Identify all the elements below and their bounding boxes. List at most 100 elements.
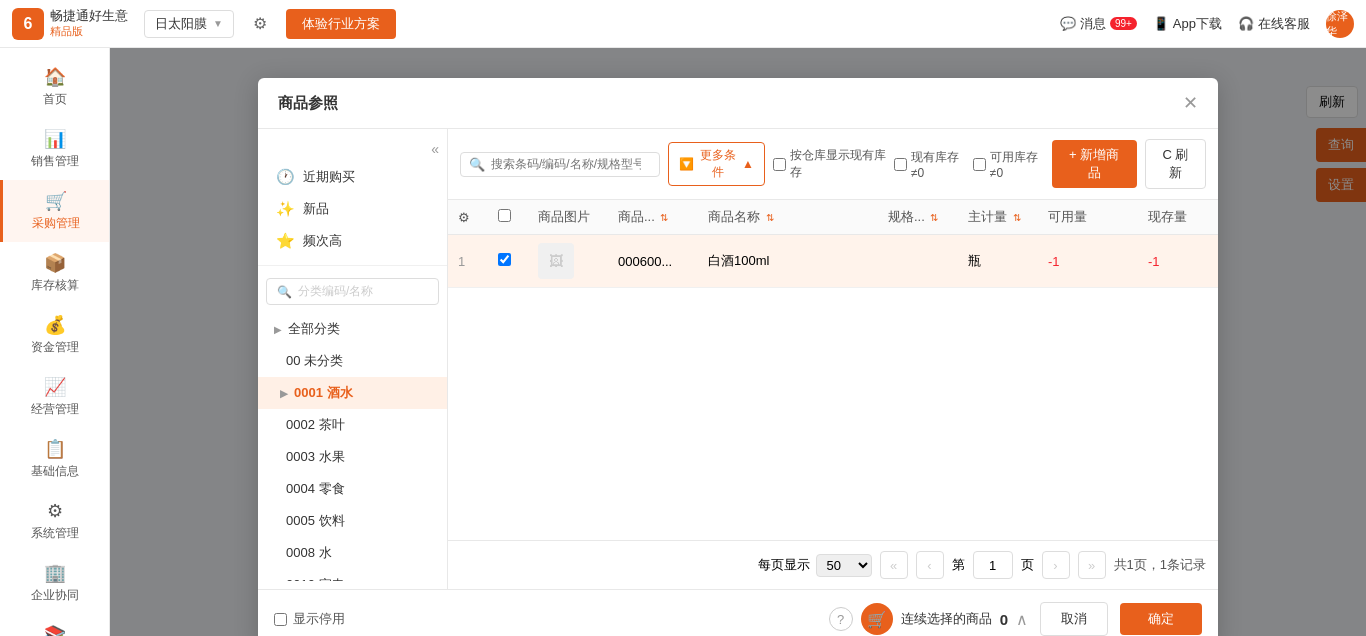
- col-name[interactable]: 商品名称 ⇅: [698, 200, 878, 235]
- sidebar-item-operations[interactable]: 📈 经营管理: [0, 366, 109, 428]
- guide-icon: 📚: [44, 624, 66, 636]
- experience-button[interactable]: 体验行业方案: [286, 9, 396, 39]
- sidebar-item-system[interactable]: ⚙ 系统管理: [0, 490, 109, 552]
- add-product-button[interactable]: + 新增商品: [1052, 140, 1137, 188]
- page-number-input[interactable]: [973, 551, 1013, 579]
- sidebar-item-guide[interactable]: 📚 新手引导: [0, 614, 109, 636]
- checkbox-available-stock[interactable]: 可用库存≠0: [973, 149, 1044, 180]
- cart-button[interactable]: 🛒: [861, 603, 893, 635]
- inventory-icon: 📦: [44, 252, 66, 274]
- logo-area: 6 畅捷通好生意 精品版: [12, 8, 128, 40]
- col-checkbox: [488, 200, 528, 235]
- search-icon: 🔍: [469, 157, 485, 172]
- col-unit[interactable]: 主计量 ⇅: [958, 200, 1038, 235]
- show-disabled-checkbox[interactable]: 显示停用: [274, 610, 345, 628]
- select-all-checkbox[interactable]: [498, 209, 511, 222]
- sidebar-item-basic-info[interactable]: 📋 基础信息: [0, 428, 109, 490]
- cart-text: 连续选择的商品: [901, 610, 992, 628]
- next-page-button[interactable]: ›: [1042, 551, 1070, 579]
- sidebar-item-sales[interactable]: 📊 销售管理: [0, 118, 109, 180]
- modal-body: « 🕐 近期购买 ✨ 新品 ⭐: [258, 129, 1218, 589]
- quick-items: 🕐 近期购买 ✨ 新品 ⭐ 频次高: [258, 161, 447, 257]
- col-spec[interactable]: 规格... ⇅: [878, 200, 958, 235]
- product-table: ⚙ 商品图片 商品... ⇅ 商品名称: [448, 200, 1218, 288]
- product-thumbnail: 🖼: [538, 243, 574, 279]
- gear-icon[interactable]: ⚙: [244, 8, 276, 40]
- product-search-box[interactable]: 🔍: [460, 152, 660, 177]
- cat-item-fruit[interactable]: 0003 水果: [258, 441, 447, 473]
- nonzero-stock-checkbox[interactable]: [894, 158, 907, 171]
- category-search-box[interactable]: 🔍 分类编码/名称: [266, 278, 439, 305]
- expand-icon-alcohol: ▶: [280, 388, 288, 399]
- available-stock-checkbox[interactable]: [973, 158, 986, 171]
- table-row[interactable]: 1 🖼 000600... 白酒100ml: [448, 235, 1218, 288]
- category-tree: ▶ 全部分类 00 未分类 ▶ 0001 酒水 0002 茶: [258, 309, 447, 581]
- checkbox-warehouse-stock[interactable]: 按仓库显示现有库存: [773, 147, 886, 181]
- cat-item-alcohol[interactable]: ▶ 0001 酒水: [258, 377, 447, 409]
- top-nav: 6 畅捷通好生意 精品版 日太阳膜 ▼ ⚙ 体验行业方案 💬 消息 99+ 📱 …: [0, 0, 1366, 48]
- quick-item-frequent[interactable]: ⭐ 频次高: [266, 225, 439, 257]
- nav-selector[interactable]: 日太阳膜 ▼: [144, 10, 234, 38]
- more-filter-button[interactable]: 🔽 更多条件 ▲: [668, 142, 765, 186]
- col-code[interactable]: 商品... ⇅: [608, 200, 698, 235]
- left-panel: « 🕐 近期购买 ✨ 新品 ⭐: [258, 129, 448, 589]
- message-icon: 💬: [1060, 16, 1076, 31]
- cat-item-all[interactable]: ▶ 全部分类: [258, 313, 447, 345]
- quick-item-recent[interactable]: 🕐 近期购买: [266, 161, 439, 193]
- disabled-checkbox[interactable]: [274, 613, 287, 626]
- row-stock: -1: [1138, 235, 1218, 288]
- cart-collapse-icon[interactable]: ∧: [1016, 610, 1028, 629]
- freq-icon: ⭐: [276, 232, 295, 250]
- online-service-item[interactable]: 🎧 在线客服: [1238, 15, 1310, 33]
- right-panel: 🔍 🔽 更多条件 ▲ 按仓库显示现有库存: [448, 129, 1218, 589]
- collapse-icon: ▲: [742, 157, 754, 171]
- expand-icon: ▶: [274, 324, 282, 335]
- refresh-button[interactable]: C 刷新: [1145, 139, 1206, 189]
- message-item[interactable]: 💬 消息 99+: [1060, 15, 1137, 33]
- checkbox-nonzero-stock[interactable]: 现有库存≠0: [894, 149, 965, 180]
- per-page-select[interactable]: 50 10 20 100: [816, 554, 872, 577]
- sidebar-item-finance[interactable]: 💰 资金管理: [0, 304, 109, 366]
- last-page-button[interactable]: »: [1078, 551, 1106, 579]
- pagination-bar: 每页显示 50 10 20 100 « ‹ 第: [448, 540, 1218, 589]
- sidebar-item-purchase[interactable]: 🛒 采购管理: [0, 180, 109, 242]
- shopping-cart-icon: 🛒: [867, 610, 887, 629]
- row-gear[interactable]: 1: [448, 235, 488, 288]
- cart-count: 0: [1000, 611, 1008, 628]
- cat-item-tea[interactable]: 0002 茶叶: [258, 409, 447, 441]
- prev-page-button[interactable]: ‹: [916, 551, 944, 579]
- product-search-input[interactable]: [491, 157, 641, 171]
- cat-item-drinks[interactable]: 0005 饮料: [258, 505, 447, 537]
- quick-item-new[interactable]: ✨ 新品: [266, 193, 439, 225]
- cat-item-snacks[interactable]: 0004 零食: [258, 473, 447, 505]
- cat-item-uncategorized[interactable]: 00 未分类: [258, 345, 447, 377]
- sidebar-item-home[interactable]: 🏠 首页: [0, 56, 109, 118]
- sort-icon: ⇅: [660, 212, 668, 223]
- cancel-button[interactable]: 取消: [1040, 602, 1108, 636]
- collapse-button[interactable]: «: [431, 141, 439, 157]
- sidebar-item-inventory[interactable]: 📦 库存核算: [0, 242, 109, 304]
- row-image: 🖼: [528, 235, 608, 288]
- warehouse-stock-checkbox[interactable]: [773, 158, 786, 171]
- sidebar-item-enterprise[interactable]: 🏢 企业协同: [0, 552, 109, 614]
- modal-footer: 显示停用 ? 🛒 连续选择的商品 0 ∧ 取消 确定: [258, 589, 1218, 636]
- row-unit: 瓶: [958, 235, 1038, 288]
- sidebar: 🏠 首页 📊 销售管理 🛒 采购管理 📦 库存核算 💰 资金管理 📈 经营管理 …: [0, 48, 110, 636]
- modal-close-button[interactable]: ✕: [1183, 92, 1198, 114]
- star-icon: ✨: [276, 200, 295, 218]
- user-item[interactable]: 徐泽华: [1326, 10, 1354, 38]
- help-icon[interactable]: ?: [829, 607, 853, 631]
- search-icon: 🔍: [277, 285, 292, 299]
- row-checkbox[interactable]: [488, 235, 528, 288]
- confirm-button[interactable]: 确定: [1120, 603, 1202, 635]
- row-available: -1: [1038, 235, 1138, 288]
- divider: [258, 265, 447, 266]
- first-page-button[interactable]: «: [880, 551, 908, 579]
- col-available: 可用量: [1038, 200, 1138, 235]
- product-table-area: ⚙ 商品图片 商品... ⇅ 商品名称: [448, 200, 1218, 540]
- app-download-item[interactable]: 📱 App下载: [1153, 15, 1222, 33]
- cat-item-water[interactable]: 0008 水: [258, 537, 447, 569]
- modal-title: 商品参照: [278, 94, 338, 113]
- row-code: 000600...: [608, 235, 698, 288]
- cat-item-appliances[interactable]: 0010 家电: [258, 569, 447, 581]
